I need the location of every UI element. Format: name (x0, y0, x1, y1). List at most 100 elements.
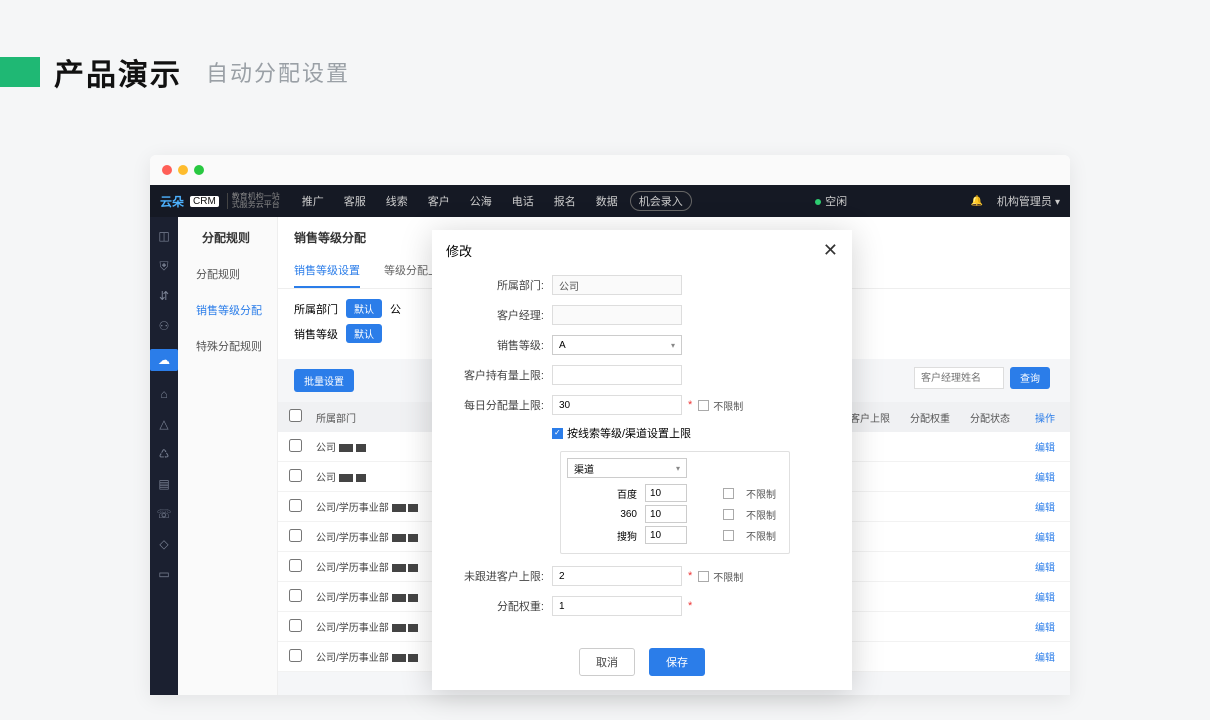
tab-level-settings[interactable]: 销售等级设置 (294, 254, 360, 288)
save-button[interactable]: 保存 (649, 648, 705, 676)
batch-settings-button[interactable]: 批量设置 (294, 369, 354, 392)
channel-name: 360 (567, 509, 637, 520)
icon-rail: ◫ ⛨ ⇵ ⚇ ☁ ⌂ △ ♺ ▤ ☏ ◇ ▭ (150, 217, 178, 695)
channel-unlimited-label: 不限制 (746, 528, 776, 543)
maximize-dot[interactable] (194, 165, 204, 175)
row-edit-link[interactable]: 编辑 (1020, 589, 1070, 604)
row-edit-link[interactable]: 编辑 (1020, 649, 1070, 664)
rail-dashboard-icon[interactable]: ◫ (157, 229, 171, 243)
modal-title: 修改 (446, 241, 472, 260)
row-edit-link[interactable]: 编辑 (1020, 499, 1070, 514)
row-edit-link[interactable]: 编辑 (1020, 619, 1070, 634)
rail-tag-icon[interactable]: ◇ (157, 537, 171, 551)
daily-unlimited-checkbox[interactable] (698, 400, 709, 411)
col-status: 分配状态 (960, 410, 1020, 425)
logo-tagline: 教育机构一站式服务云平台 (227, 193, 280, 209)
field-weight-input[interactable] (552, 596, 682, 616)
field-dept-label: 所属部门: (452, 277, 552, 293)
close-dot[interactable] (162, 165, 172, 175)
unfollow-unlimited-label: 不限制 (713, 569, 743, 584)
accent-block (0, 57, 40, 87)
channel-value-input[interactable] (645, 526, 687, 544)
channel-type-select[interactable]: 渠道 (567, 458, 687, 478)
user-menu[interactable]: 机构管理员 ▾ (997, 193, 1060, 209)
slide-title: 产品演示 (54, 50, 182, 94)
daily-unlimited-label: 不限制 (713, 398, 743, 413)
rail-home-icon[interactable]: ⌂ (157, 387, 171, 401)
field-holding-label: 客户持有量上限: (452, 367, 552, 383)
channel-name: 搜狗 (567, 528, 637, 543)
close-icon[interactable]: ✕ (823, 240, 838, 261)
row-checkbox[interactable] (289, 439, 302, 452)
channel-unlimited-checkbox[interactable] (723, 530, 734, 541)
unfollow-unlimited-checkbox[interactable] (698, 571, 709, 582)
field-unfollow-input[interactable] (552, 566, 682, 586)
row-edit-link[interactable]: 编辑 (1020, 529, 1070, 544)
sidebar-item-rules[interactable]: 分配规则 (178, 256, 277, 292)
cancel-button[interactable]: 取消 (579, 648, 635, 676)
search-button[interactable]: 查询 (1010, 367, 1050, 389)
nav-leads[interactable]: 线索 (378, 193, 416, 209)
rail-warn-icon[interactable]: △ (157, 417, 171, 431)
filter-dept-value: 公 (390, 301, 401, 317)
channel-unlimited-checkbox[interactable] (723, 488, 734, 499)
bell-icon[interactable]: 🔔 (970, 196, 982, 207)
minimize-dot[interactable] (178, 165, 188, 175)
row-checkbox[interactable] (289, 589, 302, 602)
nav-promo[interactable]: 推广 (294, 193, 332, 209)
rail-card-icon[interactable]: ▭ (157, 567, 171, 581)
required-star: * (688, 600, 692, 612)
by-channel-checkbox[interactable] (552, 428, 563, 439)
required-star: * (688, 399, 692, 411)
rail-doc-icon[interactable]: ▤ (157, 477, 171, 491)
field-level-label: 销售等级: (452, 337, 552, 353)
sidebar-item-sales-level[interactable]: 销售等级分配 (178, 292, 277, 328)
row-checkbox[interactable] (289, 619, 302, 632)
sidebar-item-special[interactable]: 特殊分配规则 (178, 328, 277, 364)
search-input[interactable] (914, 367, 1004, 389)
status-indicator: 空闲 (815, 193, 847, 209)
field-manager-input[interactable] (552, 305, 682, 325)
channel-box: 渠道 百度 不限制 360 不限制 搜狗 不限制 (560, 451, 790, 554)
slide-subtitle: 自动分配设置 (206, 56, 350, 88)
row-checkbox[interactable] (289, 499, 302, 512)
nav-phone[interactable]: 电话 (504, 193, 542, 209)
field-level-select[interactable]: A (552, 335, 682, 355)
filter-dept-label: 所属部门 (294, 301, 338, 317)
nav-signup[interactable]: 报名 (546, 193, 584, 209)
rail-user-icon[interactable]: ⚇ (157, 319, 171, 333)
row-checkbox[interactable] (289, 529, 302, 542)
nav-opportunity-entry[interactable]: 机会录入 (630, 191, 692, 211)
rail-people-icon[interactable]: ♺ (157, 447, 171, 461)
field-daily-input[interactable] (552, 395, 682, 415)
channel-name: 百度 (567, 486, 637, 501)
col-weight: 分配权重 (900, 410, 960, 425)
row-edit-link[interactable]: 编辑 (1020, 439, 1070, 454)
slide-header: 产品演示 自动分配设置 (0, 0, 1210, 114)
by-channel-label: 按线索等级/渠道设置上限 (567, 425, 691, 441)
field-holding-input[interactable] (552, 365, 682, 385)
row-edit-link[interactable]: 编辑 (1020, 559, 1070, 574)
filter-level-default[interactable]: 默认 (346, 324, 382, 343)
row-checkbox[interactable] (289, 559, 302, 572)
nav-service[interactable]: 客服 (336, 193, 374, 209)
window-controls (150, 155, 1070, 185)
field-dept-input[interactable] (552, 275, 682, 295)
channel-value-input[interactable] (645, 484, 687, 502)
channel-unlimited-checkbox[interactable] (723, 509, 734, 520)
select-all-checkbox[interactable] (289, 409, 302, 422)
row-edit-link[interactable]: 编辑 (1020, 469, 1070, 484)
nav-sea[interactable]: 公海 (462, 193, 500, 209)
rail-chart-icon[interactable]: ⇵ (157, 289, 171, 303)
nav-customers[interactable]: 客户 (420, 193, 458, 209)
row-checkbox[interactable] (289, 649, 302, 662)
row-checkbox[interactable] (289, 469, 302, 482)
rail-shield-icon[interactable]: ⛨ (157, 259, 171, 273)
rail-call-icon[interactable]: ☏ (157, 507, 171, 521)
field-unfollow-label: 未跟进客户上限: (452, 568, 552, 584)
filter-dept-default[interactable]: 默认 (346, 299, 382, 318)
channel-unlimited-label: 不限制 (746, 486, 776, 501)
rail-settings-icon[interactable]: ☁ (150, 349, 178, 371)
nav-data[interactable]: 数据 (588, 193, 626, 209)
channel-value-input[interactable] (645, 505, 687, 523)
